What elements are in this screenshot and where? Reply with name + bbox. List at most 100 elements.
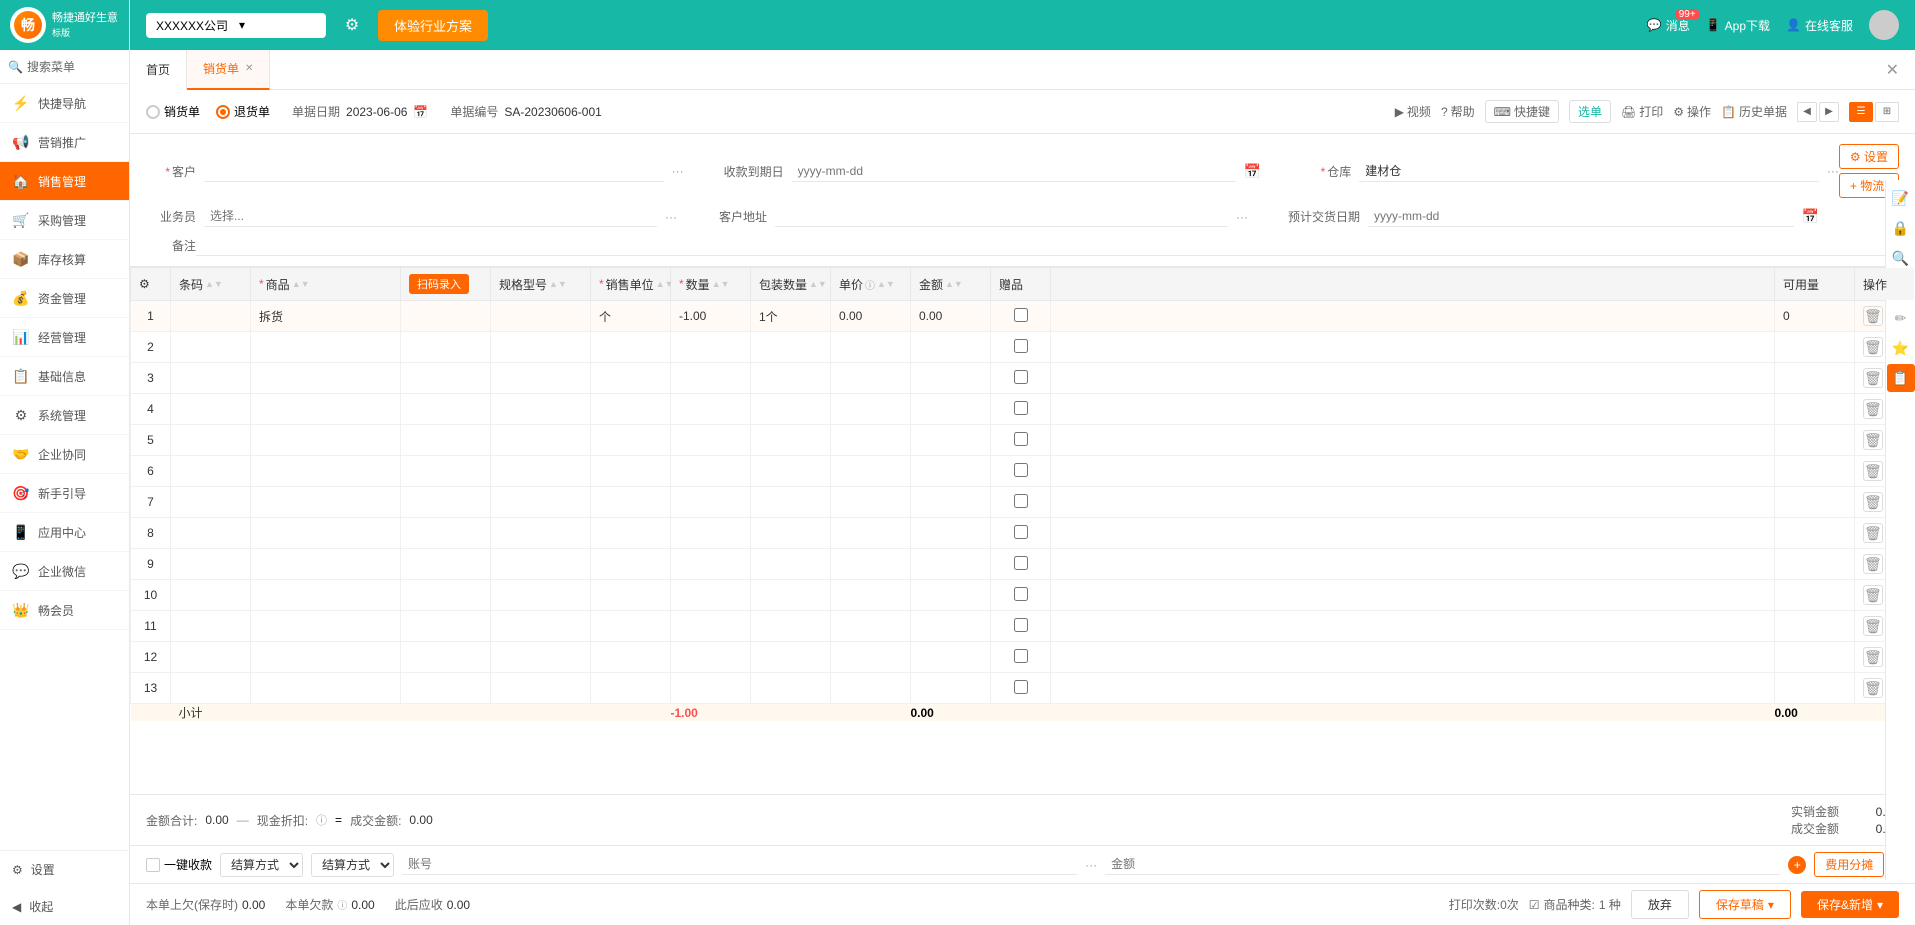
cell-unit-10[interactable] xyxy=(591,611,671,642)
amount-input[interactable] xyxy=(1105,854,1780,875)
sidebar-item-marketing[interactable]: 📢 营销推广 xyxy=(0,123,129,162)
gift-checkbox-7[interactable] xyxy=(1014,525,1028,539)
cell-unit-8[interactable] xyxy=(591,549,671,580)
sort-price[interactable]: ▲▼ xyxy=(877,280,895,288)
cell-amount-5[interactable] xyxy=(911,456,991,487)
cell-goods-6[interactable] xyxy=(251,487,401,518)
side-icon-5[interactable]: ✏ xyxy=(1887,304,1915,332)
delete-btn-3[interactable]: 🗑 xyxy=(1863,399,1883,419)
sidebar-item-quick-nav[interactable]: ⚡ 快捷导航 xyxy=(0,84,129,123)
cell-goods-9[interactable] xyxy=(251,580,401,611)
gift-checkbox-4[interactable] xyxy=(1014,432,1028,446)
cell-qty-0[interactable]: -1.00 xyxy=(671,301,751,332)
sidebar-item-system[interactable]: ⚙ 系统管理 xyxy=(0,396,129,435)
cell-pack-4[interactable] xyxy=(751,425,831,456)
delete-btn-8[interactable]: 🗑 xyxy=(1863,554,1883,574)
cell-gift-2[interactable] xyxy=(991,363,1051,394)
cell-unit-3[interactable] xyxy=(591,394,671,425)
cell-amount-1[interactable] xyxy=(911,332,991,363)
cell-qty-11[interactable] xyxy=(671,642,751,673)
account-select[interactable]: 结算方式 xyxy=(311,853,394,877)
select-button[interactable]: 选单 xyxy=(1569,100,1611,123)
cell-amount-4[interactable] xyxy=(911,425,991,456)
cell-goods-8[interactable] xyxy=(251,549,401,580)
cell-amount-6[interactable] xyxy=(911,487,991,518)
cell-unit-11[interactable] xyxy=(591,642,671,673)
cell-spec-4[interactable] xyxy=(491,425,591,456)
save-new-button[interactable]: 保存&新增 ▾ xyxy=(1801,891,1899,918)
calendar-icon[interactable]: 📅 xyxy=(413,105,428,119)
cell-barcode-6[interactable] xyxy=(171,487,251,518)
cell-barcode-9[interactable] xyxy=(171,580,251,611)
cell-spec-1[interactable] xyxy=(491,332,591,363)
sidebar-search[interactable]: 🔍 搜索菜单 xyxy=(0,50,129,84)
expected-date-calendar-icon[interactable]: 📅 xyxy=(1802,208,1819,225)
customer-addr-input[interactable] xyxy=(775,206,1228,227)
account-dots[interactable]: ··· xyxy=(1085,858,1097,872)
expected-date-input[interactable] xyxy=(1368,206,1794,227)
view-grid[interactable]: ⊞ xyxy=(1875,102,1899,122)
cell-pack-5[interactable] xyxy=(751,456,831,487)
action-print[interactable]: 🖨 打印 xyxy=(1621,103,1663,120)
due-date-calendar-icon[interactable]: 📅 xyxy=(1244,163,1261,180)
online-service-button[interactable]: 👤 在线客服 xyxy=(1786,17,1853,34)
tab-home[interactable]: 首页 xyxy=(130,50,187,90)
action-history[interactable]: 📋 历史单据 xyxy=(1721,103,1787,120)
radio-return-order[interactable]: 退货单 xyxy=(216,103,270,120)
cell-barcode-1[interactable] xyxy=(171,332,251,363)
gift-checkbox-6[interactable] xyxy=(1014,494,1028,508)
tab-sales-order[interactable]: 销货单 ✕ xyxy=(187,50,270,90)
cell-unit-4[interactable] xyxy=(591,425,671,456)
cell-spec-2[interactable] xyxy=(491,363,591,394)
avatar[interactable] xyxy=(1869,10,1899,40)
cell-barcode-7[interactable] xyxy=(171,518,251,549)
cell-spec-12[interactable] xyxy=(491,673,591,704)
action-video[interactable]: ▶ 视频 xyxy=(1395,103,1431,120)
customer-addr-dots[interactable]: ··· xyxy=(1236,210,1248,224)
cell-pack-3[interactable] xyxy=(751,394,831,425)
cell-unit-1[interactable] xyxy=(591,332,671,363)
delete-btn-6[interactable]: 🗑 xyxy=(1863,492,1883,512)
gift-checkbox-3[interactable] xyxy=(1014,401,1028,415)
trial-button[interactable]: 体验行业方案 xyxy=(378,10,488,41)
cell-price-4[interactable] xyxy=(831,425,911,456)
delete-btn-5[interactable]: 🗑 xyxy=(1863,461,1883,481)
cell-barcode-3[interactable] xyxy=(171,394,251,425)
gift-checkbox-12[interactable] xyxy=(1014,680,1028,694)
nav-next[interactable]: ▶ xyxy=(1819,102,1839,122)
customer-dots[interactable]: ··· xyxy=(672,164,684,178)
cell-goods-0[interactable]: 拆货 xyxy=(251,301,401,332)
view-list[interactable]: ☰ xyxy=(1849,102,1873,122)
cell-goods-4[interactable] xyxy=(251,425,401,456)
cell-price-7[interactable] xyxy=(831,518,911,549)
cell-barcode-8[interactable] xyxy=(171,549,251,580)
delete-btn-11[interactable]: 🗑 xyxy=(1863,647,1883,667)
cell-price-6[interactable] xyxy=(831,487,911,518)
sort-pack[interactable]: ▲▼ xyxy=(809,280,827,288)
cell-amount-8[interactable] xyxy=(911,549,991,580)
cell-gift-6[interactable] xyxy=(991,487,1051,518)
cell-goods-7[interactable] xyxy=(251,518,401,549)
gift-checkbox-0[interactable] xyxy=(1014,308,1028,322)
cell-gift-1[interactable] xyxy=(991,332,1051,363)
cell-gift-0[interactable] xyxy=(991,301,1051,332)
cell-price-10[interactable] xyxy=(831,611,911,642)
cell-qty-6[interactable] xyxy=(671,487,751,518)
cell-spec-10[interactable] xyxy=(491,611,591,642)
gift-checkbox-10[interactable] xyxy=(1014,618,1028,632)
sort-goods[interactable]: ▲▼ xyxy=(292,280,310,288)
sidebar-bottom-collapse[interactable]: ◀ 收起 xyxy=(0,888,129,925)
action-op[interactable]: ⚙ 操作 xyxy=(1673,103,1711,120)
cell-barcode-12[interactable] xyxy=(171,673,251,704)
cell-gift-12[interactable] xyxy=(991,673,1051,704)
cell-unit-5[interactable] xyxy=(591,456,671,487)
cell-unit-9[interactable] xyxy=(591,580,671,611)
warehouse-input[interactable] xyxy=(1359,161,1819,182)
cell-price-0[interactable]: 0.00 xyxy=(831,301,911,332)
cell-price-3[interactable] xyxy=(831,394,911,425)
cell-spec-0[interactable] xyxy=(491,301,591,332)
salesperson-input[interactable] xyxy=(204,206,657,227)
side-icon-2[interactable]: 🔒 xyxy=(1887,214,1915,242)
company-selector[interactable]: XXXXXX公司 ▾ xyxy=(146,13,326,38)
sidebar-item-basic[interactable]: 📋 基础信息 xyxy=(0,357,129,396)
